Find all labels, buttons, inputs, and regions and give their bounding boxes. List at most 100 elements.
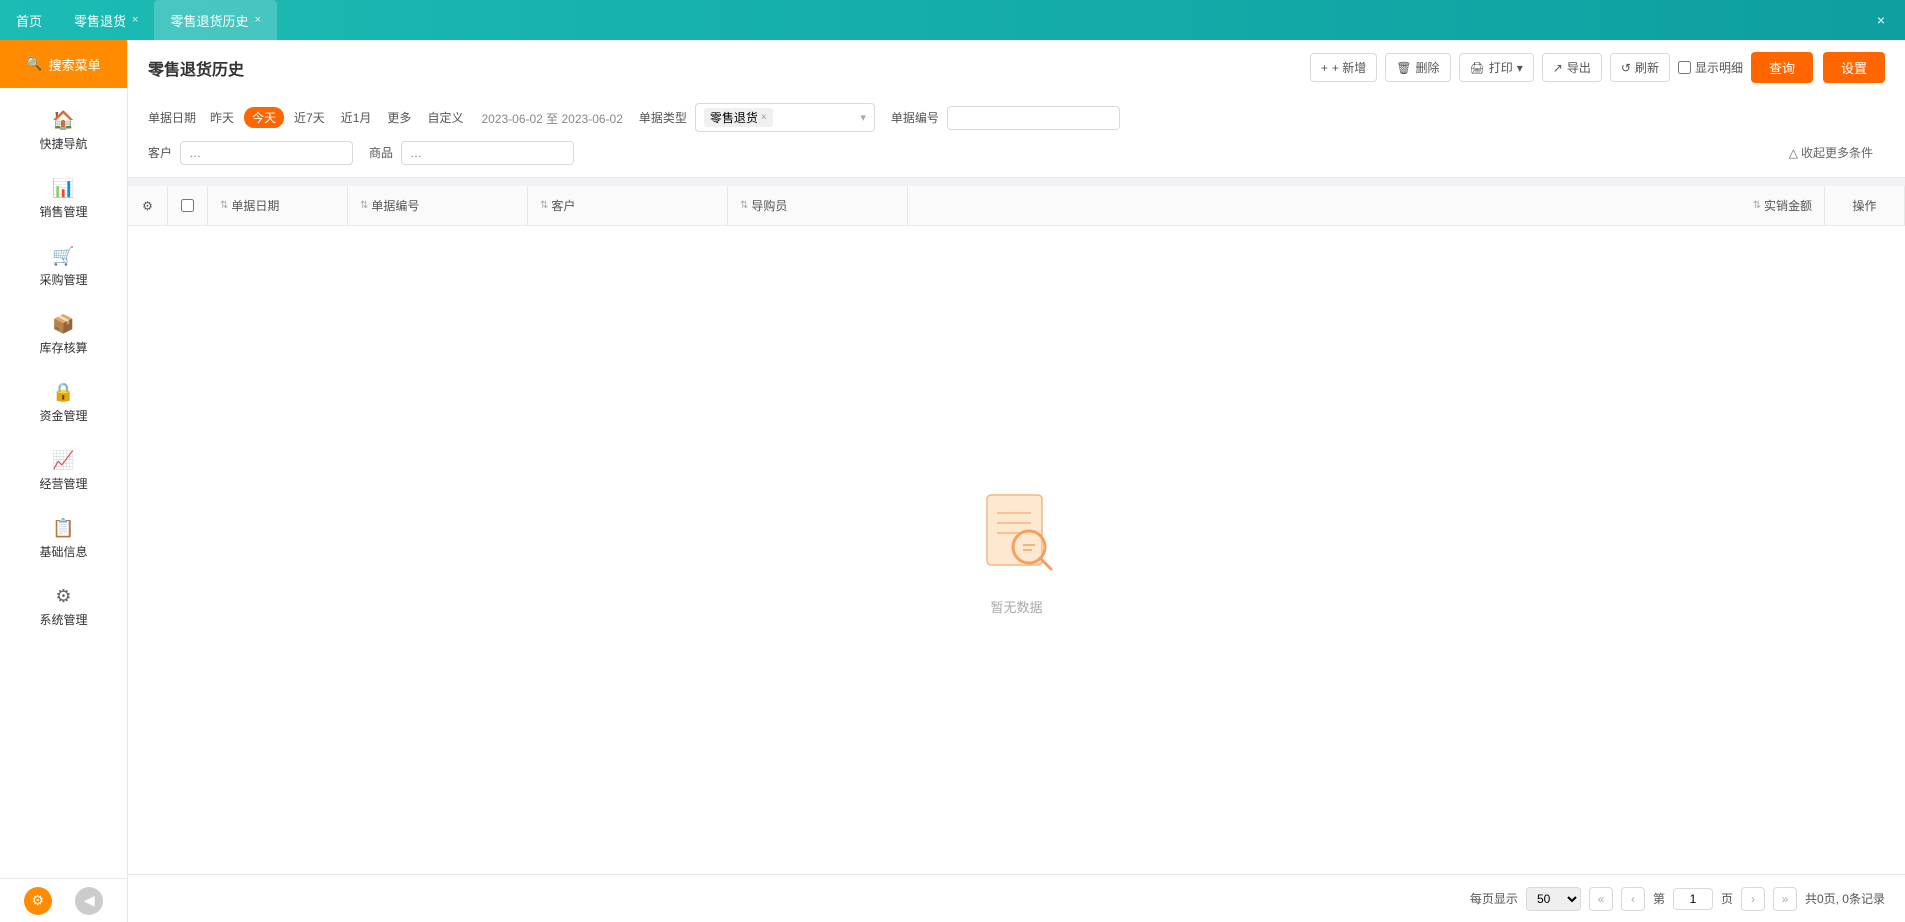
sidebar-item-purchase-mgmt[interactable]: 🛒 采购管理 — [6, 234, 121, 300]
pagination: 每页显示 20 50 100 « ‹ 第 页 › » 共0页, 0条记录 — [128, 874, 1905, 922]
sidebar-item-sales-mgmt[interactable]: 📊 销售管理 — [6, 166, 121, 232]
window-close-button[interactable]: × — [1873, 12, 1889, 28]
collapse-label: 收起更多条件 — [1801, 144, 1873, 161]
select-all-checkbox[interactable] — [181, 199, 194, 212]
print-button[interactable]: 🖨 打印 ▾ — [1459, 53, 1534, 82]
doc-no-filter-group: 单据编号 — [891, 106, 1120, 130]
page-header: 零售退货历史 + + 新增 🗑 删除 🖨 打印 ▾ — [128, 40, 1905, 178]
date-filter-label: 单据日期 — [148, 109, 196, 126]
sidebar-item-operations[interactable]: 📈 经营管理 — [6, 438, 121, 504]
prev-page-button[interactable]: ‹ — [1621, 887, 1645, 911]
last-page-button[interactable]: » — [1773, 887, 1797, 911]
th-guide[interactable]: ⇅ 导购员 — [728, 186, 908, 225]
customer-filter-group: 客户 — [148, 141, 353, 165]
sidebar-items: 🏠 快捷导航 📊 销售管理 🛒 采购管理 📦 库存核算 🔒 资金管理 📈 — [0, 88, 127, 878]
search-icon: 🔍 — [26, 56, 42, 72]
export-button[interactable]: ↗ 导出 — [1542, 53, 1602, 82]
collapse-button[interactable]: △ 收起更多条件 — [1777, 140, 1885, 165]
toolbar: + + 新增 🗑 删除 🖨 打印 ▾ ↗ 导出 — [1310, 52, 1885, 83]
top-bar: 首页 零售退货 × 零售退货历史 × × — [0, 0, 1905, 40]
customer-label: 客户 — [148, 144, 172, 161]
per-page-label: 每页显示 — [1470, 890, 1518, 907]
refresh-button[interactable]: ↺ 刷新 — [1610, 53, 1670, 82]
operations-icon: 📈 — [52, 450, 74, 471]
doc-type-select[interactable]: 零售退货 × ▾ — [695, 103, 875, 132]
top-bar-right: × — [1873, 12, 1905, 28]
sort-date-icon: ⇅ — [220, 200, 228, 211]
page-label: 第 — [1653, 890, 1665, 907]
th-ops-label: 操作 — [1852, 197, 1876, 214]
finance-icon: 🔒 — [52, 382, 74, 403]
new-button[interactable]: + + 新增 — [1310, 53, 1377, 82]
search-menu-button[interactable]: 🔍 搜索菜单 — [0, 40, 127, 88]
page-title: 零售退货历史 — [148, 56, 244, 80]
delete-button[interactable]: 🗑 删除 — [1385, 53, 1450, 82]
refresh-icon: ↺ — [1621, 61, 1631, 75]
date-range-display: 2023-06-02 至 2023-06-02 — [481, 110, 622, 127]
th-date[interactable]: ⇅ 单据日期 — [208, 186, 348, 225]
first-page-button[interactable]: « — [1589, 887, 1613, 911]
sidebar-settings-button[interactable]: ⚙ — [24, 887, 52, 915]
sort-amount-icon: ⇅ — [1753, 200, 1761, 211]
empty-illustration — [967, 485, 1067, 585]
tab-retail-return-history-close[interactable]: × — [254, 14, 260, 26]
page-size-select[interactable]: 20 50 100 — [1526, 887, 1581, 911]
table-header: ⚙ ⇅ 单据日期 ⇅ 单据编号 ⇅ 客户 ⇅ — [128, 186, 1905, 226]
sidebar-collapse-button[interactable]: ◀ — [75, 887, 103, 915]
customer-input[interactable] — [180, 141, 353, 165]
sidebar-item-inventory[interactable]: 📦 库存核算 — [6, 302, 121, 368]
sidebar-item-finance[interactable]: 🔒 资金管理 — [6, 370, 121, 436]
sidebar-item-system-mgmt-label: 系统管理 — [39, 611, 87, 628]
goods-filter-group: 商品 — [369, 141, 574, 165]
th-customer[interactable]: ⇅ 客户 — [528, 186, 728, 225]
print-label: 打印 — [1489, 59, 1513, 76]
doc-no-label: 单据编号 — [891, 109, 939, 126]
tab-retail-return-history[interactable]: 零售退货历史 × — [154, 0, 276, 40]
goods-label: 商品 — [369, 144, 393, 161]
sidebar-item-quick-nav[interactable]: 🏠 快捷导航 — [6, 98, 121, 164]
sort-docno-icon: ⇅ — [360, 200, 368, 211]
doc-no-input[interactable] — [947, 106, 1120, 130]
purchase-icon: 🛒 — [52, 246, 74, 267]
date-btn-custom[interactable]: 自定义 — [421, 107, 469, 128]
next-page-button[interactable]: › — [1741, 887, 1765, 911]
th-docno[interactable]: ⇅ 单据编号 — [348, 186, 528, 225]
date-btn-7days[interactable]: 近7天 — [288, 107, 331, 128]
sidebar-item-sales-mgmt-label: 销售管理 — [39, 203, 87, 220]
tab-home[interactable]: 首页 — [0, 0, 58, 40]
date-btn-1month[interactable]: 近1月 — [335, 107, 378, 128]
tab-retail-return-close[interactable]: × — [132, 14, 138, 26]
sort-customer-icon: ⇅ — [540, 200, 548, 211]
tab-retail-return-label: 零售退货 — [74, 11, 126, 30]
search-menu-label: 搜索菜单 — [49, 55, 101, 74]
doc-type-tag-remove[interactable]: × — [761, 112, 767, 123]
setting-button[interactable]: 设置 — [1823, 52, 1885, 83]
show-detail-checkbox[interactable] — [1678, 61, 1691, 74]
empty-state: 暂无数据 — [128, 226, 1905, 874]
th-amount-label: 实销金额 — [1764, 197, 1812, 214]
th-settings[interactable]: ⚙ — [128, 186, 168, 225]
sidebar-item-system-mgmt[interactable]: ⚙ 系统管理 — [6, 574, 121, 640]
goods-input[interactable] — [401, 141, 574, 165]
date-btn-today[interactable]: 今天 — [244, 107, 284, 128]
date-shortcuts: 昨天 今天 近7天 近1月 更多 自定义 — [204, 107, 469, 128]
sales-icon: 📊 — [52, 178, 74, 199]
main-layout: 🔍 搜索菜单 🏠 快捷导航 📊 销售管理 🛒 采购管理 📦 库存核算 🔒 — [0, 40, 1905, 922]
home-icon: 🏠 — [52, 110, 74, 131]
table-container: ⚙ ⇅ 单据日期 ⇅ 单据编号 ⇅ 客户 ⇅ — [128, 186, 1905, 874]
doc-type-dropdown-icon: ▾ — [860, 111, 866, 124]
th-amount[interactable]: ⇅ 实销金额 — [1705, 186, 1825, 225]
content-area: 零售退货历史 + + 新增 🗑 删除 🖨 打印 ▾ — [128, 40, 1905, 922]
tab-list: 首页 零售退货 × 零售退货历史 × — [0, 0, 1873, 40]
date-btn-more[interactable]: 更多 — [381, 107, 417, 128]
tab-retail-return[interactable]: 零售退货 × — [58, 0, 154, 40]
gear-icon: ⚙ — [142, 199, 153, 213]
sidebar-item-operations-label: 经营管理 — [39, 475, 87, 492]
tab-home-label: 首页 — [16, 11, 42, 30]
date-btn-yesterday[interactable]: 昨天 — [204, 107, 240, 128]
page-input[interactable] — [1673, 888, 1713, 910]
sidebar-item-basic-info[interactable]: 📋 基础信息 — [6, 506, 121, 572]
show-detail-label: 显示明细 — [1695, 59, 1743, 76]
query-button[interactable]: 查询 — [1751, 52, 1813, 83]
th-checkbox[interactable] — [168, 186, 208, 225]
